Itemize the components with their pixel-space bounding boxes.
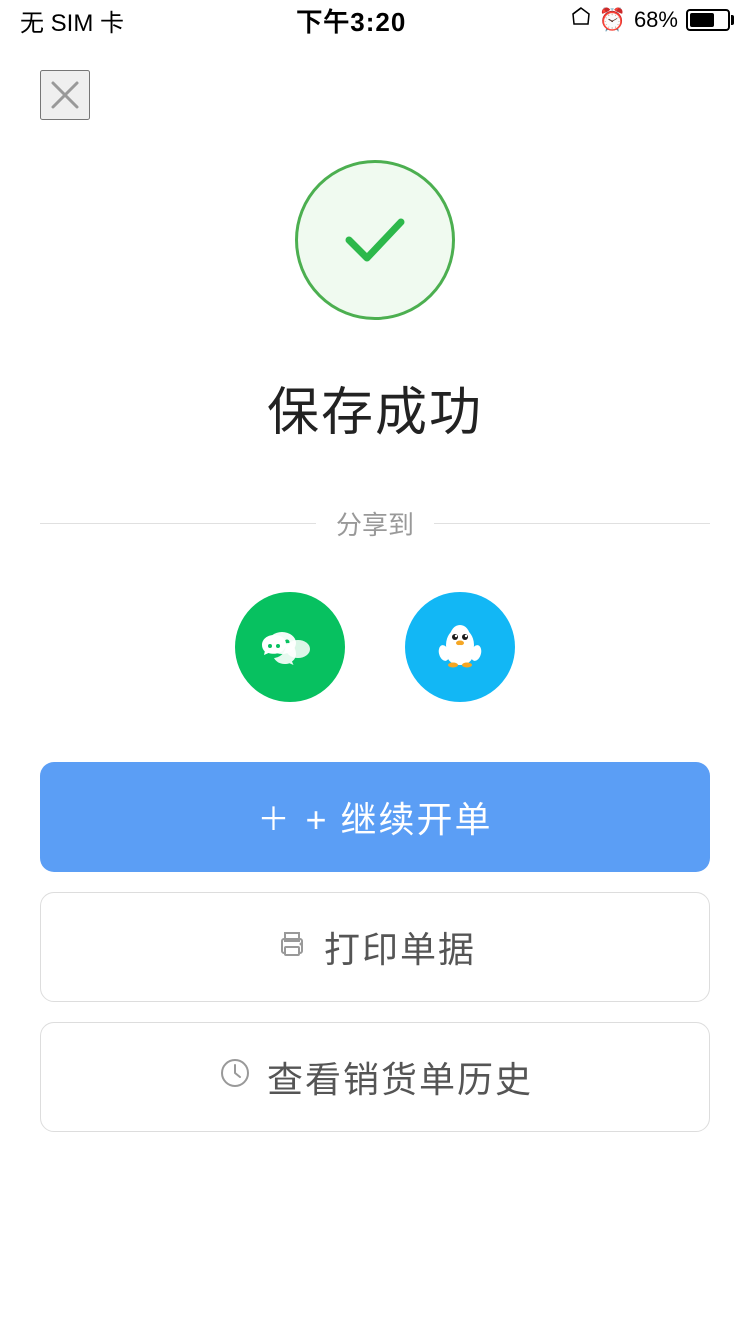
location-icon	[571, 6, 591, 34]
carrier-text: 无 SIM 卡	[20, 3, 124, 38]
status-left: 无 SIM 卡	[20, 3, 132, 38]
main-content: 保存成功 分享到	[0, 40, 750, 1334]
share-icons	[40, 592, 710, 702]
share-qq-button[interactable]	[405, 592, 515, 702]
close-button[interactable]	[40, 70, 90, 120]
clock-icon	[217, 1055, 253, 1099]
share-wechat-button[interactable]	[235, 592, 345, 702]
action-buttons: ＋ + 继续开单 打印单据 查看销货单历	[40, 762, 710, 1132]
plus-icon: ＋	[257, 794, 291, 840]
history-button[interactable]: 查看销货单历史	[40, 1022, 710, 1132]
share-label: 分享到	[336, 505, 414, 542]
alarm-icon: ⏰	[599, 7, 626, 33]
status-bar: 无 SIM 卡 下午3:20 ⏰ 68%	[0, 0, 750, 40]
continue-label: + 继续开单	[305, 791, 492, 843]
share-divider: 分享到	[40, 505, 710, 542]
success-circle	[295, 160, 455, 320]
divider-right	[434, 523, 710, 524]
printer-icon	[274, 925, 310, 969]
continue-button[interactable]: ＋ + 继续开单	[40, 762, 710, 872]
battery-percent: 68%	[634, 7, 678, 33]
print-label: 打印单据	[324, 921, 476, 973]
status-right: ⏰ 68%	[571, 6, 730, 34]
divider-left	[40, 523, 316, 524]
history-label: 查看销货单历史	[267, 1051, 533, 1103]
status-time: 下午3:20	[296, 2, 406, 39]
share-section: 分享到	[40, 505, 710, 702]
check-icon	[335, 198, 415, 283]
print-button[interactable]: 打印单据	[40, 892, 710, 1002]
success-title: 保存成功	[267, 370, 483, 445]
battery-icon	[686, 9, 730, 31]
